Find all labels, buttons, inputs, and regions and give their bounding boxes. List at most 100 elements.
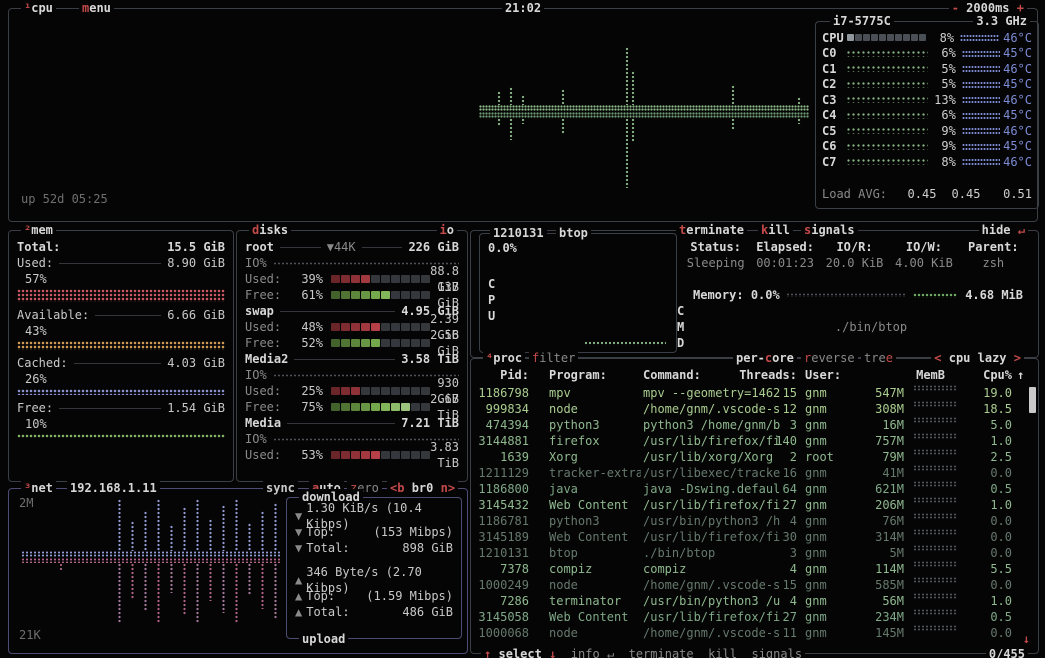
cpu-meter — [847, 34, 926, 41]
process-row[interactable]: 3144881firefox/usr/lib/firefox/fi140gnm7… — [471, 433, 1038, 449]
signals-button[interactable]: signals — [801, 222, 858, 238]
direction-icon: ▼ — [295, 524, 302, 540]
footer-kill-button[interactable]: kill — [701, 647, 737, 658]
io-mode-button[interactable]: io — [437, 222, 457, 238]
core-temp-value: 45°C — [1000, 76, 1032, 92]
process-row[interactable]: 1211129tracker-extract/usr/libexec/track… — [471, 465, 1038, 481]
net-download-column — [260, 511, 265, 551]
net-box-title[interactable]: ³net — [21, 480, 56, 496]
tree-button[interactable]: tree — [861, 350, 896, 366]
disks-box: disks io root▼44K226 GiBIO%Used:39%88.8 … — [236, 230, 468, 482]
select-up-button[interactable]: ↑ — [484, 647, 491, 658]
process-row[interactable]: 474394python3python3 /home/gnm/b3gnm16M5… — [471, 417, 1038, 433]
mem-stat-percent: 43% — [17, 323, 225, 339]
process-row[interactable]: 1639Xorg/usr/lib/xorg/Xorg2root79M2.5 — [471, 449, 1038, 465]
disk-used-row: Used:48%2.39 GiB — [245, 319, 459, 335]
sort-next-button[interactable]: > — [1014, 351, 1021, 365]
column-user[interactable]: User: — [805, 367, 841, 383]
interval-decrease-button[interactable]: - — [952, 1, 959, 15]
footer-signals-button[interactable]: signals — [744, 647, 802, 658]
sort-prev-button[interactable]: < — [934, 351, 941, 365]
reverse-button[interactable]: reverse — [801, 350, 858, 366]
core-usage-percent: 6% — [928, 107, 955, 123]
process-program: compiz — [549, 561, 641, 577]
column-mem[interactable]: MemB — [879, 367, 945, 383]
disks-box-title[interactable]: disks — [249, 222, 291, 238]
net-upload-column — [130, 563, 135, 599]
process-mem-graph — [913, 577, 957, 583]
cpu-graph-spike — [497, 91, 501, 105]
info-button[interactable]: info ↵ — [564, 647, 615, 658]
process-row[interactable]: 1000068node/home/gnm/.vscode-s11gnm145M0… — [471, 625, 1038, 641]
process-threads: 15 — [761, 385, 797, 401]
hide-button[interactable]: hide ↵ — [979, 222, 1028, 238]
process-threads: 30 — [761, 529, 797, 545]
process-user: gnm — [805, 385, 851, 401]
used-meter — [331, 387, 430, 395]
net-upload-spike — [59, 563, 63, 571]
process-program: tracker-extract — [549, 465, 641, 481]
process-mem-graph — [913, 481, 957, 487]
sort-direction-icon[interactable]: ↑ — [1017, 367, 1024, 383]
per-core-button[interactable]: per-core — [733, 350, 797, 366]
uptime: up 52d 05:25 — [21, 191, 108, 207]
footer-terminate-button[interactable]: terminate — [621, 647, 693, 658]
cpu-graph-spike — [631, 71, 635, 105]
process-row[interactable]: 999834node/home/gnm/.vscode-s12gnm308M18… — [471, 401, 1038, 417]
disk-activity: ▼44K — [327, 239, 356, 255]
process-pid: 1000068 — [477, 625, 529, 641]
process-row[interactable]: 1186800javajava -Dswing.defaul64gnm621M0… — [471, 481, 1038, 497]
cpu-vertical-letter: P — [488, 292, 495, 308]
process-mem-graph — [913, 401, 957, 407]
sync-button[interactable]: sync — [263, 480, 298, 496]
process-user: gnm — [805, 433, 851, 449]
column-command[interactable]: Command: — [643, 367, 701, 383]
net-upload-column — [234, 563, 239, 623]
process-row[interactable]: 1186781python3/usr/bin/python3 /h4gnm76M… — [471, 513, 1038, 529]
select-down-button[interactable]: ↓ — [549, 647, 556, 658]
net-download-column — [169, 525, 174, 551]
interface-switcher[interactable]: <b br0 n> — [387, 480, 458, 496]
direction-icon: ▲ — [295, 588, 302, 604]
free-label: Free: — [245, 399, 289, 415]
kill-button[interactable]: kill — [758, 222, 793, 238]
used-percent: 48% — [289, 319, 323, 335]
net-ip-address: 192.168.1.11 — [67, 480, 160, 496]
process-row[interactable]: 1210131btop./bin/btop3gnm5M0.0 — [471, 545, 1038, 561]
process-row[interactable]: 7286terminator/usr/bin/python3 /u4gnm56M… — [471, 593, 1038, 609]
core-usage-graph — [846, 158, 928, 165]
cpu-box-title[interactable]: ¹cpu — [21, 0, 56, 16]
column-pid[interactable]: Pid: — [485, 367, 529, 383]
process-row[interactable]: 7378compizcompiz4gnm114M5.5 — [471, 561, 1038, 577]
core-usage-graph — [847, 34, 926, 41]
column-threads[interactable]: Threads: — [739, 367, 797, 383]
process-row[interactable]: 1186798mpvmpv --geometry=146215gnm547M19… — [471, 385, 1038, 401]
used-label: Used: — [245, 319, 289, 335]
download-value: 898 GiB — [402, 540, 453, 556]
core-graph-dots — [846, 143, 928, 150]
process-row[interactable]: 3145058Web Content/usr/lib/firefox/fi27g… — [471, 609, 1038, 625]
process-row[interactable]: 3145189Web Content/usr/lib/firefox/fi30g… — [471, 529, 1038, 545]
column-program[interactable]: Program: — [549, 367, 607, 383]
menu-button[interactable]: menu — [79, 0, 114, 16]
proc-scrollbar[interactable] — [1029, 387, 1036, 413]
detail-info-header: Parent: — [959, 239, 1028, 255]
process-row[interactable]: 3145432Web Content/usr/lib/firefox/fi27g… — [471, 497, 1038, 513]
net-download-band — [21, 551, 281, 557]
net-download-column — [117, 499, 122, 551]
core-name: C0 — [822, 45, 846, 61]
process-threads: 4 — [761, 561, 797, 577]
proc-footer: ↑ select ↓ info ↵ terminate kill signals — [481, 646, 805, 658]
process-mem: 621M — [856, 481, 904, 497]
mem-stat-value: 8.90 GiB — [167, 255, 225, 271]
core-usage-percent: 5% — [928, 76, 955, 92]
cpu-graph-spike — [797, 118, 801, 124]
column-cpu[interactable]: Cpu% — [976, 367, 1012, 383]
net-download-column — [143, 511, 148, 551]
filter-button[interactable]: filter — [529, 350, 578, 366]
process-row[interactable]: 1000249node/home/gnm/.vscode-s15gnm585M0… — [471, 577, 1038, 593]
select-label: select — [498, 647, 541, 658]
terminate-button[interactable]: terminate — [676, 222, 747, 238]
proc-box-title[interactable]: ⁴proc — [483, 350, 525, 366]
mem-box-title[interactable]: ²mem — [21, 222, 56, 238]
